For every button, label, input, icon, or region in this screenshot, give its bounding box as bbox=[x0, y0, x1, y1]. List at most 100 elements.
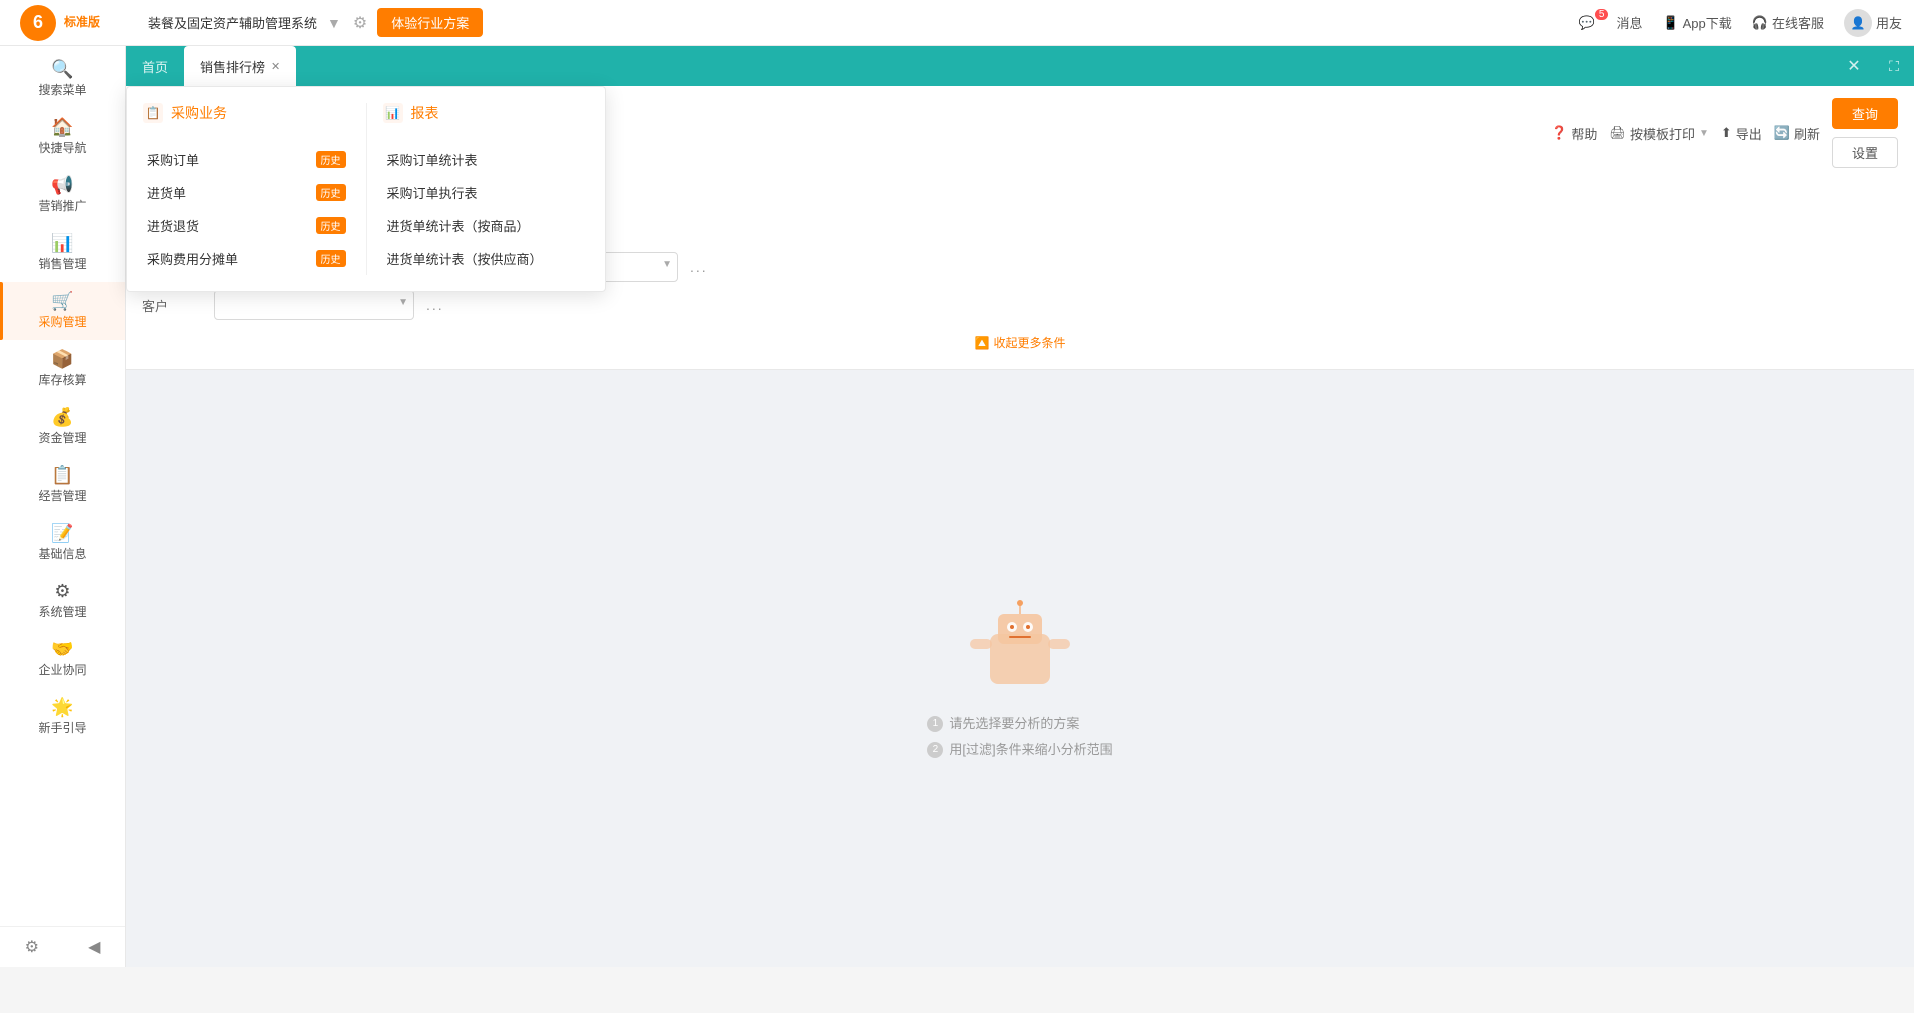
sidebar-item-inventory[interactable]: 📦 库存核算 bbox=[0, 340, 125, 398]
top-bar-icons: 💬 5 消息 📱 App下载 🎧 在线客服 👤 用友 bbox=[1579, 9, 1902, 37]
purchase-business-icon: 📋 bbox=[143, 103, 163, 123]
purchase-order-exec-label: 采购订单执行表 bbox=[387, 183, 478, 202]
salesman-dropdown-icon: ▼ bbox=[662, 259, 672, 270]
sidebar-item-marketing[interactable]: 📢 营销推广 bbox=[0, 166, 125, 224]
print-icon: 🖨 bbox=[1609, 125, 1626, 141]
purchase-order-label: 采购订单 bbox=[147, 150, 199, 169]
industry-solution-button[interactable]: 体验行业方案 bbox=[377, 8, 483, 37]
history-badge-purchase-expense: 历史 bbox=[316, 250, 346, 267]
dropdown-item-purchase-order-exec[interactable]: 采购订单执行表 bbox=[383, 176, 590, 209]
history-badge-stock-return: 历史 bbox=[316, 217, 346, 234]
empty-illustration bbox=[960, 599, 1080, 699]
dropdown-col-report-label: 报表 bbox=[411, 103, 439, 123]
purchase-expense-label: 采购费用分摊单 bbox=[147, 249, 238, 268]
sidebar-item-operations[interactable]: 📋 经营管理 bbox=[0, 456, 125, 514]
sidebar-item-enterprise[interactable]: 🤝 企业协同 bbox=[0, 630, 125, 688]
message-icon: 💬 bbox=[1579, 15, 1595, 31]
sidebar-item-label: 库存核算 bbox=[38, 371, 86, 388]
dropdown-item-stock-in[interactable]: 进货单 历史 bbox=[143, 176, 350, 209]
handshake-icon: 🤝 bbox=[51, 640, 73, 658]
dropdown-item-stock-stat-supplier[interactable]: 进货单统计表（按供应商） bbox=[383, 242, 590, 275]
dropdown-item-purchase-expense[interactable]: 采购费用分摊单 历史 bbox=[143, 242, 350, 275]
message-badge: 5 bbox=[1595, 9, 1609, 20]
chart-icon: 📊 bbox=[51, 234, 73, 252]
sidebar-item-basic-info[interactable]: 📝 基础信息 bbox=[0, 514, 125, 572]
empty-state: 1 请先选择要分析的方案 2 用[过滤]条件来缩小分析范围 bbox=[126, 370, 1914, 967]
salesman-more-button[interactable]: ... bbox=[690, 259, 708, 275]
help-label: 帮助 bbox=[1571, 124, 1597, 143]
sidebar-item-finance[interactable]: 💰 资金管理 bbox=[0, 398, 125, 456]
sidebar-item-label: 基础信息 bbox=[38, 545, 86, 562]
tab-bar: 首页 销售排行榜 ✕ ✕ ⛶ bbox=[126, 46, 1914, 86]
megaphone-icon: 📢 bbox=[51, 176, 73, 194]
online-service-item[interactable]: 🎧 在线客服 bbox=[1752, 13, 1824, 32]
tab-close-icon[interactable]: ✕ bbox=[271, 60, 280, 73]
user-item[interactable]: 👤 用友 bbox=[1844, 9, 1902, 37]
stock-stat-supplier-label: 进货单统计表（按供应商） bbox=[387, 249, 543, 268]
avatar: 👤 bbox=[1844, 9, 1872, 37]
system-dropdown-icon[interactable]: ▼ bbox=[327, 15, 341, 31]
refresh-button[interactable]: 🔄 刷新 bbox=[1774, 124, 1820, 143]
sidebar-settings-icon[interactable]: ⚙ bbox=[25, 937, 39, 957]
sidebar-item-sales[interactable]: 📊 销售管理 bbox=[0, 224, 125, 282]
phone-icon: 📱 bbox=[1662, 15, 1678, 31]
sidebar-item-label: 系统管理 bbox=[38, 603, 86, 620]
sidebar-item-purchase[interactable]: 🛒 采购管理 bbox=[0, 282, 125, 340]
tab-sales-rank[interactable]: 销售排行榜 ✕ bbox=[184, 46, 296, 86]
sidebar-item-label: 快捷导航 bbox=[38, 139, 86, 156]
tab-home-label: 首页 bbox=[142, 57, 168, 76]
sidebar-item-label: 资金管理 bbox=[38, 429, 86, 446]
customer-dropdown-icon: ▼ bbox=[398, 297, 408, 308]
customer-label: 客户 bbox=[142, 296, 202, 315]
sidebar-item-label: 经营管理 bbox=[38, 487, 86, 504]
export-button[interactable]: ⬆ 导出 bbox=[1721, 124, 1762, 143]
empty-step-2: 2 用[过滤]条件来缩小分析范围 bbox=[927, 737, 1112, 763]
print-dropdown-icon: ▼ bbox=[1699, 128, 1709, 139]
collapse-chevron-up-icon: 🔼 bbox=[975, 336, 990, 350]
sidebar-item-label: 营销推广 bbox=[38, 197, 86, 214]
tab-home[interactable]: 首页 bbox=[126, 46, 184, 86]
message-icon-item[interactable]: 💬 5 消息 bbox=[1579, 13, 1643, 32]
tab-sales-rank-label: 销售排行榜 bbox=[200, 57, 265, 76]
app-download-item[interactable]: 📱 App下载 bbox=[1662, 13, 1731, 32]
purchase-dropdown-menu: 📋 采购业务 采购订单 历史 进货单 历史 进货退货 历史 采购费用分摊单 历史… bbox=[126, 86, 606, 292]
dropdown-col-business-title: 📋 采购业务 bbox=[143, 103, 350, 131]
headset-icon: 🎧 bbox=[1752, 15, 1768, 31]
customer-more-button[interactable]: ... bbox=[426, 297, 444, 313]
sidebar-item-label: 销售管理 bbox=[38, 255, 86, 272]
sidebar-item-quick-nav[interactable]: 🏠 快捷导航 bbox=[0, 108, 125, 166]
print-button[interactable]: 🖨 按模板打印 ▼ bbox=[1609, 124, 1708, 143]
dropdown-item-purchase-order[interactable]: 采购订单 历史 bbox=[143, 143, 350, 176]
customer-input[interactable] bbox=[214, 290, 414, 320]
print-label: 按模板打印 bbox=[1630, 124, 1695, 143]
dropdown-col-business-label: 采购业务 bbox=[171, 103, 227, 123]
system-title: 装餐及固定资产辅助管理系统 bbox=[148, 13, 317, 32]
app-logo: 6 bbox=[20, 5, 56, 41]
avatar-icon: 👤 bbox=[1851, 16, 1866, 30]
tab-bar-close-button[interactable]: ✕ bbox=[1834, 46, 1874, 86]
sidebar-nav: 🔍 搜索菜单 🏠 快捷导航 📢 营销推广 📊 销售管理 🛒 采购管理 📦 库存核… bbox=[0, 46, 125, 926]
settings-icon[interactable]: ⚙ bbox=[353, 13, 367, 33]
money-icon: 💰 bbox=[51, 408, 73, 426]
dropdown-item-purchase-order-stat[interactable]: 采购订单统计表 bbox=[383, 143, 590, 176]
dropdown-col-report: 📊 报表 采购订单统计表 采购订单执行表 进货单统计表（按商品） 进货单统计表（… bbox=[383, 103, 590, 275]
box-icon: 📦 bbox=[51, 350, 73, 368]
setting-button[interactable]: 设置 bbox=[1832, 137, 1898, 168]
collapse-button[interactable]: 🔼 收起更多条件 bbox=[142, 328, 1898, 357]
empty-step-1-text: 请先选择要分析的方案 bbox=[949, 711, 1079, 737]
cart-icon: 🛒 bbox=[51, 292, 73, 310]
dropdown-item-stock-return[interactable]: 进货退货 历史 bbox=[143, 209, 350, 242]
sidebar-collapse-icon[interactable]: ◀ bbox=[88, 937, 100, 957]
tab-bar-expand-button[interactable]: ⛶ bbox=[1874, 46, 1914, 86]
app-name: 标准版 bbox=[64, 15, 100, 29]
query-button[interactable]: 查询 bbox=[1832, 98, 1898, 129]
sidebar-item-system[interactable]: ⚙ 系统管理 bbox=[0, 572, 125, 630]
empty-step-1: 1 请先选择要分析的方案 bbox=[927, 711, 1112, 737]
dropdown-item-stock-stat-goods[interactable]: 进货单统计表（按商品） bbox=[383, 209, 590, 242]
step-num-1: 1 bbox=[927, 716, 943, 732]
help-button[interactable]: ❓ 帮助 bbox=[1551, 124, 1597, 143]
sidebar-item-label: 企业协同 bbox=[38, 661, 86, 678]
sidebar-item-search[interactable]: 🔍 搜索菜单 bbox=[0, 50, 125, 108]
step-num-2: 2 bbox=[927, 742, 943, 758]
sidebar-item-guide[interactable]: 🌟 新手引导 bbox=[0, 688, 125, 746]
